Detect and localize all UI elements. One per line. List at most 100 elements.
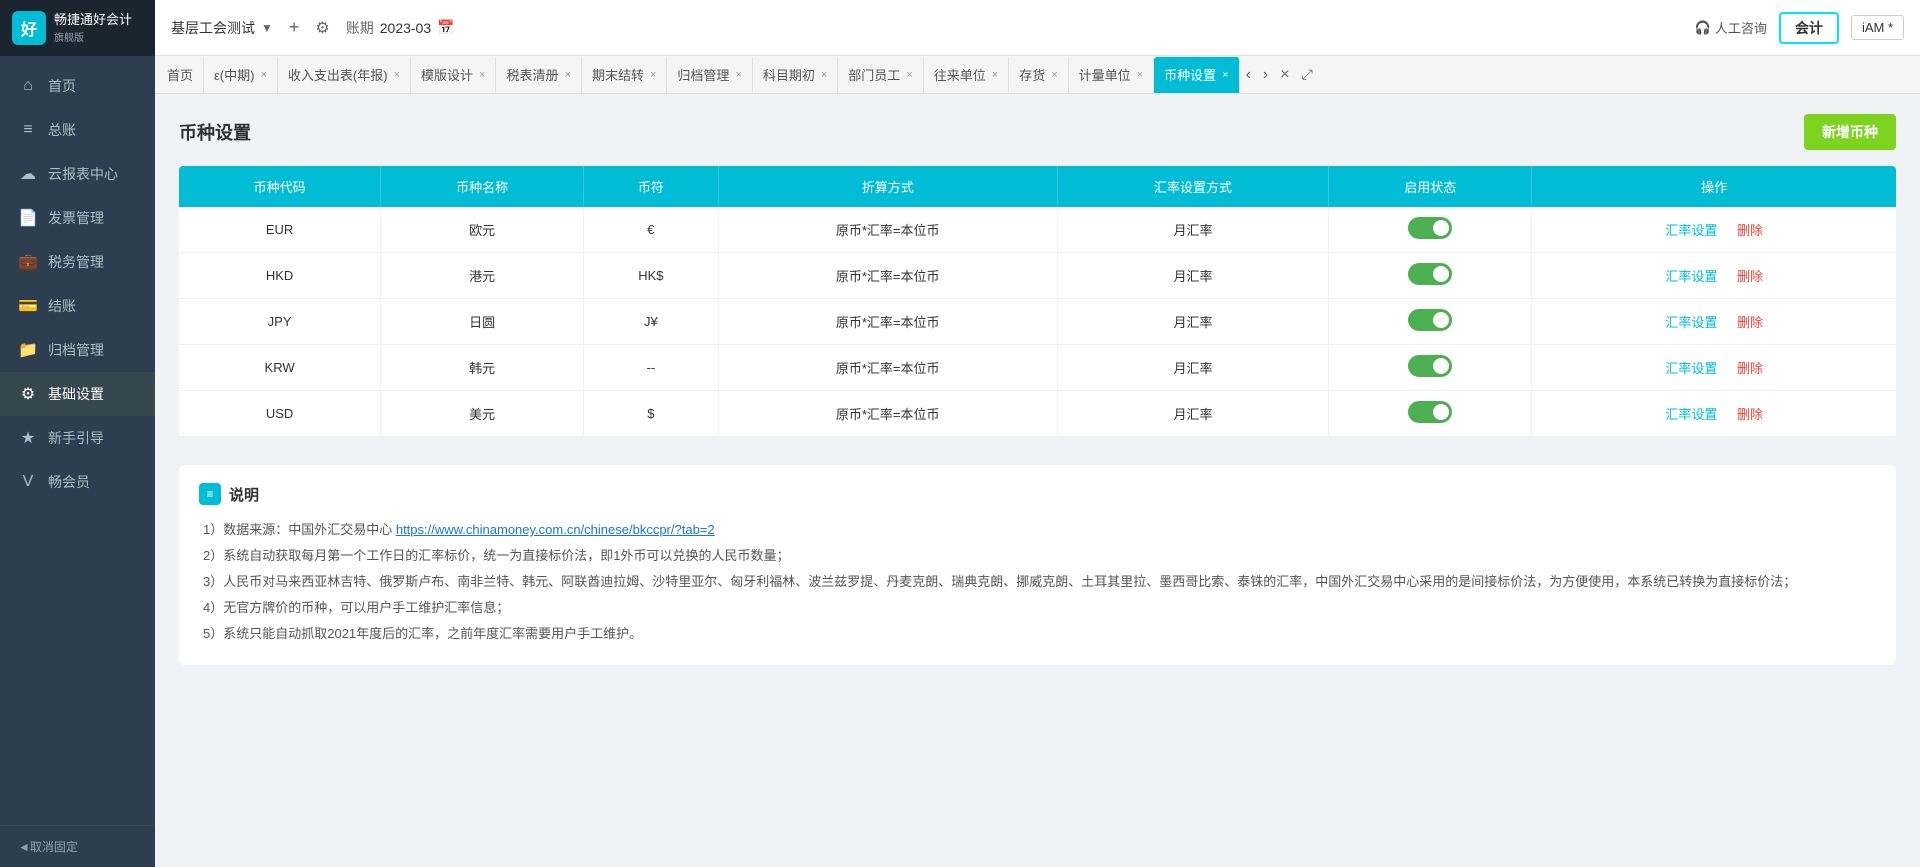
tab-tax-table-label: 税表清册: [506, 65, 558, 84]
main-area: 基层工会测试 ▼ + ⚙ 账期 2023-03 📅 🎧 人工咨询 会计 iAM …: [155, 0, 1920, 867]
sidebar-pin-toggle[interactable]: ◄取消固定: [0, 825, 155, 867]
rate-settings-link[interactable]: 汇率设置: [1665, 269, 1717, 284]
cell-action: 汇率设置 删除: [1532, 207, 1896, 253]
table-row: EUR 欧元 € 原币*汇率=本位币 月汇率 汇率设置 删除: [179, 207, 1896, 253]
tab-unit[interactable]: 计量单位 ×: [1069, 57, 1154, 93]
rate-settings-link[interactable]: 汇率设置: [1665, 315, 1717, 330]
add-button[interactable]: +: [285, 17, 304, 38]
tab-template[interactable]: 模版设计 ×: [411, 57, 496, 93]
checkout-icon: 💳: [18, 296, 38, 316]
cell-action: 汇率设置 删除: [1532, 345, 1896, 391]
sidebar-item-cloud[interactable]: ☁ 云报表中心: [0, 152, 155, 196]
cell-status: [1329, 299, 1532, 345]
period-selector[interactable]: 账期 2023-03 📅: [346, 18, 455, 38]
iam-tag[interactable]: iAM *: [1851, 15, 1904, 40]
invoice-icon: 📄: [18, 208, 38, 228]
sidebar-item-ledger-label: 总账: [48, 120, 76, 140]
delete-link[interactable]: 删除: [1737, 361, 1763, 376]
delete-link[interactable]: 删除: [1737, 407, 1763, 422]
tab-period-end[interactable]: 期末结转 ×: [582, 57, 667, 93]
sidebar: 好 畅捷通好会计 旗舰版 ⌂ 首页 ≡ 总账 ☁ 云报表中心 📄 发票管理 💼 …: [0, 0, 155, 867]
cell-symbol: --: [584, 345, 718, 391]
sidebar-nav: ⌂ 首页 ≡ 总账 ☁ 云报表中心 📄 发票管理 💼 税务管理 💳 结账 📁 归…: [0, 56, 155, 825]
tab-expand[interactable]: ⤢: [1296, 57, 1319, 93]
sidebar-item-checkout[interactable]: 💳 结账: [0, 284, 155, 328]
delete-link[interactable]: 删除: [1737, 269, 1763, 284]
tab-subject-init-close[interactable]: ×: [821, 69, 827, 81]
notes-title-text: 说明: [229, 484, 259, 505]
sidebar-item-home[interactable]: ⌂ 首页: [0, 64, 155, 108]
toggle-enabled[interactable]: [1408, 217, 1452, 239]
toggle-enabled[interactable]: [1408, 401, 1452, 423]
sidebar-item-basic[interactable]: ⚙ 基础设置: [0, 372, 155, 416]
tab-period-end-close[interactable]: ×: [650, 69, 656, 81]
sidebar-item-tax[interactable]: 💼 税务管理: [0, 240, 155, 284]
sidebar-item-ledger[interactable]: ≡ 总账: [0, 108, 155, 152]
delete-link[interactable]: 删除: [1737, 315, 1763, 330]
rate-settings-link[interactable]: 汇率设置: [1665, 223, 1717, 238]
tab-dept-staff-label: 部门员工: [848, 65, 900, 84]
table-row: JPY 日圆 J¥ 原币*汇率=本位币 月汇率 汇率设置 删除: [179, 299, 1896, 345]
calendar-icon: 📅: [437, 19, 454, 36]
tab-inventory[interactable]: 存货 ×: [1009, 57, 1068, 93]
tab-dept-staff[interactable]: 部门员工 ×: [838, 57, 923, 93]
tab-inventory-close[interactable]: ×: [1051, 69, 1057, 81]
rate-settings-link[interactable]: 汇率设置: [1665, 407, 1717, 422]
sidebar-item-guide[interactable]: ★ 新手引导: [0, 416, 155, 460]
new-currency-button[interactable]: 新增币种: [1804, 114, 1896, 150]
cell-status: [1329, 207, 1532, 253]
logo-area: 好 畅捷通好会计 旗舰版: [0, 0, 155, 56]
settings-icon[interactable]: ⚙: [315, 18, 329, 38]
cell-calc: 原币*汇率=本位币: [718, 345, 1057, 391]
tab-client[interactable]: 往来单位 ×: [924, 57, 1009, 93]
tab-archive[interactable]: 归档管理 ×: [667, 57, 752, 93]
cell-code: USD: [179, 391, 381, 437]
table-header-row: 币种代码 币种名称 币符 折算方式 汇率设置方式 启用状态 操作: [179, 166, 1896, 207]
rate-settings-link[interactable]: 汇率设置: [1665, 361, 1717, 376]
tab-home[interactable]: 首页: [159, 57, 204, 93]
tab-annual-close[interactable]: ×: [394, 69, 400, 81]
tab-tax-table-close[interactable]: ×: [565, 69, 571, 81]
cell-code: EUR: [179, 207, 381, 253]
toggle-enabled[interactable]: [1408, 355, 1452, 377]
cell-action: 汇率设置 删除: [1532, 391, 1896, 437]
tab-dept-staff-close[interactable]: ×: [906, 69, 912, 81]
tab-home-label: 首页: [167, 65, 193, 84]
sidebar-item-archive[interactable]: 📁 归档管理: [0, 328, 155, 372]
tab-currency[interactable]: 币种设置 ×: [1154, 57, 1239, 93]
headset-icon: 🎧: [1695, 20, 1711, 36]
sidebar-item-tax-label: 税务管理: [48, 252, 104, 272]
tab-midterm[interactable]: ε(中期) ×: [204, 57, 278, 93]
toggle-enabled[interactable]: [1408, 263, 1452, 285]
tab-close-all[interactable]: ×: [1274, 57, 1295, 93]
tab-tax-table[interactable]: 税表清册 ×: [496, 57, 581, 93]
notes-link[interactable]: https://www.chinamoney.com.cn/chinese/bk…: [396, 522, 715, 537]
company-selector[interactable]: 基层工会测试 ▼: [171, 18, 273, 38]
toggle-enabled[interactable]: [1408, 309, 1452, 331]
tab-template-close[interactable]: ×: [479, 69, 485, 81]
tab-archive-close[interactable]: ×: [735, 69, 741, 81]
tab-client-close[interactable]: ×: [992, 69, 998, 81]
delete-link[interactable]: 删除: [1737, 223, 1763, 238]
tab-nav-next[interactable]: ›: [1257, 57, 1274, 93]
page-title-area: 币种设置 新增币种: [179, 114, 1896, 150]
sidebar-item-invoice-label: 发票管理: [48, 208, 104, 228]
content-area: 币种设置 新增币种 币种代码 币种名称 币符 折算方式 汇率设置方式 启用状态 …: [155, 94, 1920, 867]
tab-unit-close[interactable]: ×: [1137, 69, 1143, 81]
company-dropdown-icon: ▼: [261, 21, 273, 35]
tab-currency-close[interactable]: ×: [1222, 69, 1228, 81]
table-row: KRW 韩元 -- 原币*汇率=本位币 月汇率 汇率设置 删除: [179, 345, 1896, 391]
tab-annual[interactable]: 收入支出表(年报) ×: [278, 57, 411, 93]
cell-code: JPY: [179, 299, 381, 345]
sidebar-item-member[interactable]: V 畅会员: [0, 460, 155, 504]
tab-subject-init[interactable]: 科目期初 ×: [753, 57, 838, 93]
cloud-icon: ☁: [18, 164, 38, 184]
topbar: 基层工会测试 ▼ + ⚙ 账期 2023-03 📅 🎧 人工咨询 会计 iAM …: [155, 0, 1920, 56]
tab-midterm-close[interactable]: ×: [260, 69, 266, 81]
tab-template-label: 模版设计: [421, 65, 473, 84]
account-button[interactable]: 会计: [1779, 12, 1839, 44]
service-button[interactable]: 🎧 人工咨询: [1695, 18, 1767, 37]
tab-nav-prev[interactable]: ‹: [1240, 57, 1257, 93]
tab-client-label: 往来单位: [934, 65, 986, 84]
sidebar-item-invoice[interactable]: 📄 发票管理: [0, 196, 155, 240]
